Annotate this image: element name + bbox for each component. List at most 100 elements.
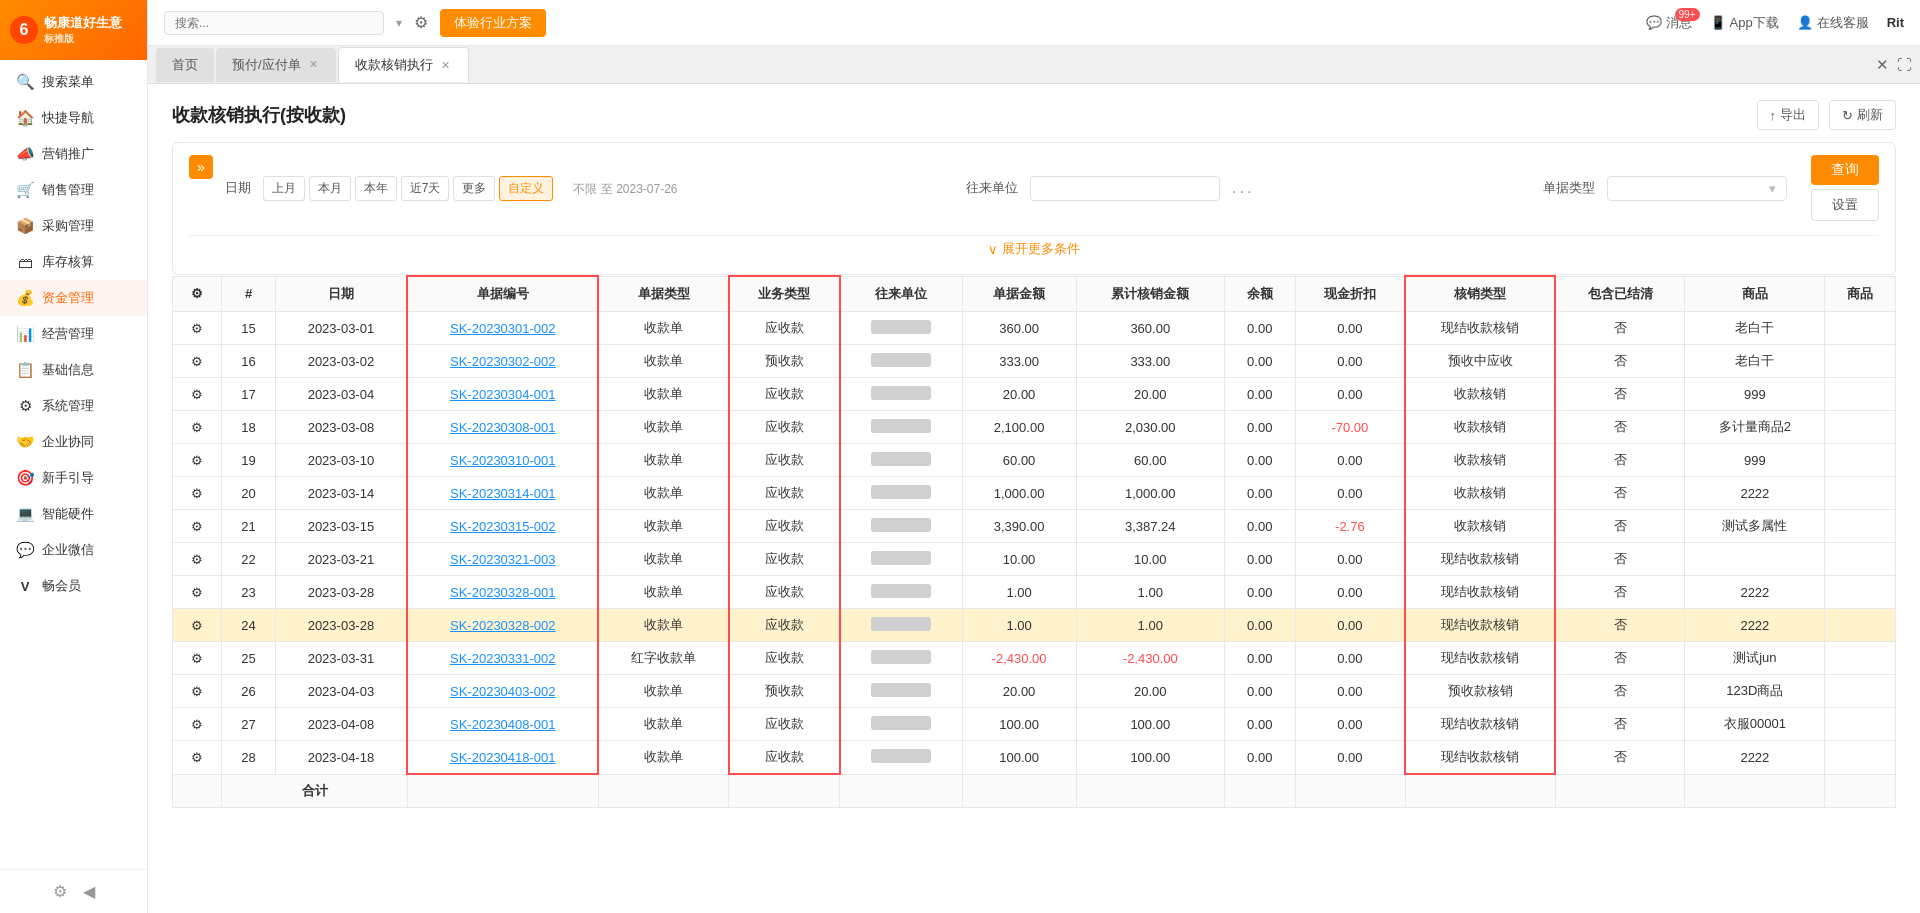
cell-gear[interactable]: ⚙: [173, 642, 222, 675]
cell-balance: 0.00: [1225, 411, 1295, 444]
cell-date: 2023-03-02: [275, 345, 407, 378]
filter-bill-type-select[interactable]: ▾: [1607, 176, 1787, 201]
filter-date-buttons: 上月 本月 本年 近7天 更多 自定义: [263, 176, 554, 201]
cell-biz-type: 应收款: [729, 444, 840, 477]
member-icon: V: [16, 579, 34, 594]
sidebar-item-marketing-label: 营销推广: [42, 145, 94, 163]
filter-7days[interactable]: 近7天: [401, 176, 450, 201]
sidebar-item-corp[interactable]: 🤝 企业协同: [0, 424, 147, 460]
col-gear[interactable]: ⚙: [173, 276, 222, 312]
cell-include-settled: 否: [1555, 345, 1685, 378]
cell-writeoff-type: 现结收款核销: [1405, 312, 1555, 345]
cell-partner: [840, 444, 962, 477]
sidebar-item-inventory[interactable]: 🗃 库存核算: [0, 244, 147, 280]
cell-gear[interactable]: ⚙: [173, 543, 222, 576]
table-row: ⚙ 16 2023-03-02 SK-20230302-002 收款单 预收款 …: [173, 345, 1896, 378]
cell-writeoff-type: 收款核销: [1405, 378, 1555, 411]
cell-writeoff-amount: 20.00: [1076, 378, 1224, 411]
cell-gear[interactable]: ⚙: [173, 708, 222, 741]
cell-gear[interactable]: ⚙: [173, 444, 222, 477]
sidebar-item-basic-label: 基础信息: [42, 361, 94, 379]
cell-gear[interactable]: ⚙: [173, 510, 222, 543]
cell-balance: 0.00: [1225, 741, 1295, 775]
filter-partner-dots[interactable]: ...: [1232, 179, 1254, 197]
cell-gear[interactable]: ⚙: [173, 477, 222, 510]
cell-gear[interactable]: ⚙: [173, 609, 222, 642]
cell-discount: 0.00: [1295, 312, 1405, 345]
cell-no: 23: [222, 576, 275, 609]
sidebar-item-marketing[interactable]: 📣 营销推广: [0, 136, 147, 172]
tab-prepay[interactable]: 预付/应付单 ✕: [216, 48, 336, 82]
filter-more-date[interactable]: 更多: [453, 176, 495, 201]
user-area[interactable]: Rit: [1887, 15, 1904, 30]
sidebar-item-member[interactable]: V 畅会员: [0, 568, 147, 604]
topbar-gear-icon[interactable]: ⚙: [414, 13, 428, 32]
query-button[interactable]: 查询: [1811, 155, 1879, 185]
cell-product: 测试多属性: [1685, 510, 1825, 543]
sidebar-item-guide[interactable]: 🎯 新手引导: [0, 460, 147, 496]
filter-last-month[interactable]: 上月: [263, 176, 305, 201]
topbar-search-input[interactable]: [164, 11, 384, 35]
refresh-button[interactable]: ↻ 刷新: [1829, 100, 1896, 130]
filter-expand-button[interactable]: »: [189, 155, 213, 179]
filter-this-year[interactable]: 本年: [355, 176, 397, 201]
cell-gear[interactable]: ⚙: [173, 378, 222, 411]
tab-expand-icon[interactable]: ⛶: [1897, 56, 1912, 74]
export-button[interactable]: ↑ 导出: [1757, 100, 1820, 130]
solution-button[interactable]: 体验行业方案: [440, 9, 546, 37]
online-service-btn[interactable]: 👤 在线客服: [1797, 14, 1869, 32]
cell-bill-type: 红字收款单: [598, 642, 728, 675]
collapse-icon[interactable]: ◀: [79, 878, 99, 905]
col-biz-type: 业务类型: [729, 276, 840, 312]
sidebar-item-operation[interactable]: 📊 经营管理: [0, 316, 147, 352]
sidebar-item-sales[interactable]: 🛒 销售管理: [0, 172, 147, 208]
settings-icon[interactable]: ⚙: [49, 878, 71, 905]
col-bill-type: 单据类型: [598, 276, 728, 312]
cell-gear[interactable]: ⚙: [173, 741, 222, 775]
topbar-dropdown-arrow[interactable]: ▾: [396, 16, 402, 30]
app-download-btn[interactable]: 📱 App下载: [1710, 14, 1779, 32]
sidebar-item-wechat[interactable]: 💬 企业微信: [0, 532, 147, 568]
message-badge[interactable]: 💬 消息 99+: [1646, 14, 1692, 32]
cell-gear[interactable]: ⚙: [173, 312, 222, 345]
tab-home[interactable]: 首页: [156, 48, 214, 82]
tab-close-all-icon[interactable]: ✕: [1876, 56, 1889, 74]
cell-partner: [840, 576, 962, 609]
cell-product: 衣服00001: [1685, 708, 1825, 741]
tab-prepay-close[interactable]: ✕: [307, 57, 320, 72]
tab-collection[interactable]: 收款核销执行 ✕: [338, 47, 469, 82]
sidebar-item-basic[interactable]: 📋 基础信息: [0, 352, 147, 388]
cell-date: 2023-03-08: [275, 411, 407, 444]
sidebar-item-search[interactable]: 🔍 搜索菜单: [0, 64, 147, 100]
cell-discount: 0.00: [1295, 675, 1405, 708]
cell-gear[interactable]: ⚙: [173, 411, 222, 444]
cell-product2: [1825, 741, 1896, 775]
filter-date-label: 日期: [225, 179, 251, 197]
cell-gear[interactable]: ⚙: [173, 345, 222, 378]
table-row: ⚙ 21 2023-03-15 SK-20230315-002 收款单 应收款 …: [173, 510, 1896, 543]
filter-this-month[interactable]: 本月: [309, 176, 351, 201]
expand-more-conditions[interactable]: ∨ 展开更多条件: [189, 235, 1879, 262]
cell-gear[interactable]: ⚙: [173, 576, 222, 609]
cell-gear[interactable]: ⚙: [173, 675, 222, 708]
cell-bill-no: SK-20230328-001: [407, 576, 598, 609]
tab-collection-close[interactable]: ✕: [439, 58, 452, 73]
cell-writeoff-amount: 10.00: [1076, 543, 1224, 576]
sidebar-item-hardware[interactable]: 💻 智能硬件: [0, 496, 147, 532]
col-product: 商品: [1685, 276, 1825, 312]
cell-date: 2023-03-21: [275, 543, 407, 576]
sidebar-item-shortcut[interactable]: 🏠 快捷导航: [0, 100, 147, 136]
sidebar-item-purchase[interactable]: 📦 采购管理: [0, 208, 147, 244]
filter-custom-date[interactable]: 自定义: [499, 176, 553, 201]
cell-amount: 1,000.00: [962, 477, 1076, 510]
sidebar-item-finance[interactable]: 💰 资金管理: [0, 280, 147, 316]
phone-icon: 📱: [1710, 15, 1726, 30]
cell-discount: 0.00: [1295, 609, 1405, 642]
sidebar-item-system[interactable]: ⚙ 系统管理: [0, 388, 147, 424]
app-download-label: App下载: [1730, 14, 1779, 32]
cell-writeoff-type: 预收款核销: [1405, 675, 1555, 708]
settings-button[interactable]: 设置: [1811, 189, 1879, 221]
cell-biz-type: 应收款: [729, 708, 840, 741]
cell-discount: 0.00: [1295, 345, 1405, 378]
filter-partner-input[interactable]: [1030, 176, 1220, 201]
